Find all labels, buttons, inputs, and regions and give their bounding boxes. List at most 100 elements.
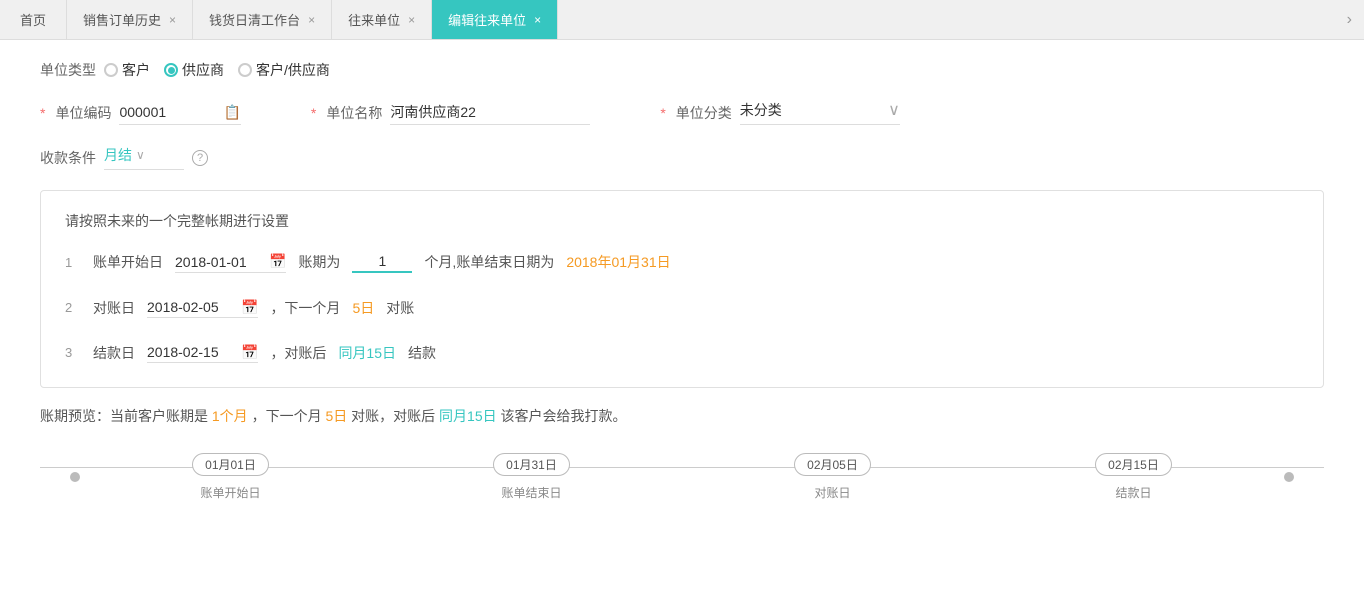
radio-supplier-label: 供应商 — [182, 60, 224, 80]
period-row-3-label: 结款日 — [93, 343, 135, 363]
unit-code-label: 单位编码 — [55, 103, 111, 123]
period-row-2-num: 2 — [65, 300, 81, 315]
unit-name-label: 单位名称 — [326, 103, 382, 123]
timeline-node-1: 01月01日 账单开始日 — [80, 453, 381, 501]
tab-partner-unit[interactable]: 往来单位 × — [332, 0, 432, 39]
unit-code-group: * 单位编码 📋 — [40, 100, 241, 125]
timeline-badge-4: 02月15日 — [1095, 453, 1172, 476]
period-settings-box: 请按照未来的一个完整帐期进行设置 1 账单开始日 📅 账期为 个月,账单结束日期… — [40, 190, 1324, 388]
period-row-1-cal-icon[interactable]: 📅 — [269, 253, 286, 270]
radio-customer-supplier[interactable]: 客户/供应商 — [238, 60, 330, 80]
tab-edit-partner-label: 编辑往来单位 — [448, 10, 526, 29]
tab-edit-partner[interactable]: 编辑往来单位 × — [432, 0, 558, 39]
timeline-end-dot — [1284, 472, 1294, 482]
timeline-label-1: 账单开始日 — [200, 484, 260, 501]
period-row-2-date: 📅 — [147, 297, 258, 318]
period-row-1: 1 账单开始日 📅 账期为 个月,账单结束日期为 2018年01月31日 — [65, 251, 1299, 273]
period-title: 请按照未来的一个完整帐期进行设置 — [65, 211, 1299, 231]
unit-category-arrow-icon: ∨ — [888, 100, 900, 120]
tab-edit-partner-close[interactable]: × — [534, 13, 541, 27]
tab-sales-history-close[interactable]: × — [169, 13, 176, 27]
preview-text: 账期预览：当前客户账期是 1个月 ，下一个月 5日 对账，对账后 同月15日 该… — [40, 404, 1324, 429]
tab-bar: 首页 销售订单历史 × 钱货日清工作台 × 往来单位 × 编辑往来单位 × › — [0, 0, 1364, 40]
tab-sales-history[interactable]: 销售订单历史 × — [67, 0, 193, 39]
unit-name-star: * — [311, 105, 316, 121]
unit-info-row: * 单位编码 📋 * 单位名称 * 单位分类 未分类 ∨ — [40, 100, 1324, 125]
period-row-2-suffix-post: 对账 — [386, 298, 414, 318]
period-row-3-suffix-pre: ，对账后 — [270, 343, 326, 363]
radio-customer[interactable]: 客户 — [104, 60, 150, 80]
timeline-label-3: 对账日 — [814, 484, 850, 501]
period-row-1-date: 📅 — [175, 252, 286, 273]
radio-customer-label: 客户 — [122, 60, 150, 80]
payment-condition-select[interactable]: 月结 ∨ — [104, 145, 184, 170]
period-row-3-date-input[interactable] — [147, 342, 237, 362]
payment-condition-label: 收款条件 — [40, 148, 96, 168]
radio-customer-supplier-label: 客户/供应商 — [256, 60, 330, 80]
timeline-node-2: 01月31日 账单结束日 — [381, 453, 682, 501]
tab-sales-history-label: 销售订单历史 — [83, 10, 161, 29]
preview-orange2: 5日 — [325, 408, 347, 424]
period-row-2-label: 对账日 — [93, 298, 135, 318]
preview-teal: 同月15日 — [439, 408, 497, 424]
tab-cash-reconcile[interactable]: 钱货日清工作台 × — [193, 0, 332, 39]
payment-condition-arrow-icon: ∨ — [136, 148, 145, 162]
period-row-1-label: 账单开始日 — [93, 252, 163, 272]
period-row-3-date: 📅 — [147, 342, 258, 363]
unit-category-label: 单位分类 — [676, 103, 732, 123]
unit-code-input[interactable] — [119, 100, 219, 124]
unit-code-icon: 📋 — [223, 104, 240, 121]
timeline-badge-3: 02月05日 — [794, 453, 871, 476]
unit-name-input[interactable] — [390, 100, 590, 125]
timeline-label-2: 账单结束日 — [501, 484, 561, 501]
payment-condition-help-icon[interactable]: ? — [192, 150, 208, 166]
unit-type-row: 单位类型 客户 供应商 客户/供应商 — [40, 60, 1324, 80]
tab-home-label: 首页 — [20, 10, 46, 29]
payment-condition-group: 收款条件 月结 ∨ ? — [40, 145, 208, 170]
period-row-3-highlight: 同月15日 — [338, 343, 396, 363]
preview-prefix: 账期预览：当前客户账期是 — [40, 408, 208, 424]
timeline-start-dot — [70, 472, 80, 482]
preview-mid1: ，下一个月 — [252, 408, 322, 424]
unit-type-group: 单位类型 客户 供应商 客户/供应商 — [40, 60, 330, 80]
period-row-2-cal-icon[interactable]: 📅 — [241, 299, 258, 316]
unit-type-label: 单位类型 — [40, 60, 96, 80]
radio-customer-supplier-circle — [238, 63, 252, 77]
tab-home[interactable]: 首页 — [0, 0, 67, 39]
timeline-badge-2: 01月31日 — [493, 453, 570, 476]
period-row-1-end-date: 2018年01月31日 — [566, 252, 670, 272]
period-row-2-highlight: 5日 — [352, 298, 374, 318]
period-row-3-cal-icon[interactable]: 📅 — [241, 344, 258, 361]
timeline-node-3: 02月05日 对账日 — [682, 453, 983, 501]
tab-expand-icon[interactable]: › — [1335, 11, 1364, 29]
radio-supplier-circle — [164, 63, 178, 77]
unit-category-value: 未分类 — [740, 100, 782, 120]
period-row-1-month-input[interactable] — [352, 251, 412, 273]
main-content: 单位类型 客户 供应商 客户/供应商 * 单位编码 — [0, 40, 1364, 608]
preview-suffix: 该客户会给我打款。 — [501, 408, 627, 424]
period-row-2-date-input[interactable] — [147, 297, 237, 317]
preview-mid2: 对账，对账后 — [351, 408, 435, 424]
payment-condition-row: 收款条件 月结 ∨ ? — [40, 145, 1324, 170]
unit-code-input-wrapper: 📋 — [119, 100, 240, 125]
period-row-1-suffix-pre: 账期为 — [298, 252, 340, 272]
timeline-label-4: 结款日 — [1115, 484, 1151, 501]
period-row-2: 2 对账日 📅 ，下一个月 5日 对账 — [65, 297, 1299, 318]
unit-category-star: * — [660, 105, 665, 121]
period-row-3-num: 3 — [65, 345, 81, 360]
unit-category-group: * 单位分类 未分类 ∨ — [660, 100, 899, 125]
unit-code-star: * — [40, 105, 45, 121]
period-row-1-date-input[interactable] — [175, 252, 265, 272]
radio-supplier[interactable]: 供应商 — [164, 60, 224, 80]
period-row-2-suffix-pre: ，下一个月 — [270, 298, 340, 318]
type-radio-group: 客户 供应商 客户/供应商 — [104, 60, 330, 80]
radio-customer-circle — [104, 63, 118, 77]
tab-partner-unit-label: 往来单位 — [348, 10, 400, 29]
period-row-1-suffix-mid: 个月,账单结束日期为 — [424, 252, 554, 272]
tab-partner-unit-close[interactable]: × — [408, 13, 415, 27]
unit-category-dropdown[interactable]: 未分类 ∨ — [740, 100, 900, 125]
preview-orange1: 1个月 — [212, 408, 248, 424]
tab-cash-reconcile-close[interactable]: × — [308, 13, 315, 27]
unit-name-group: * 单位名称 — [311, 100, 590, 125]
tab-cash-reconcile-label: 钱货日清工作台 — [209, 10, 300, 29]
